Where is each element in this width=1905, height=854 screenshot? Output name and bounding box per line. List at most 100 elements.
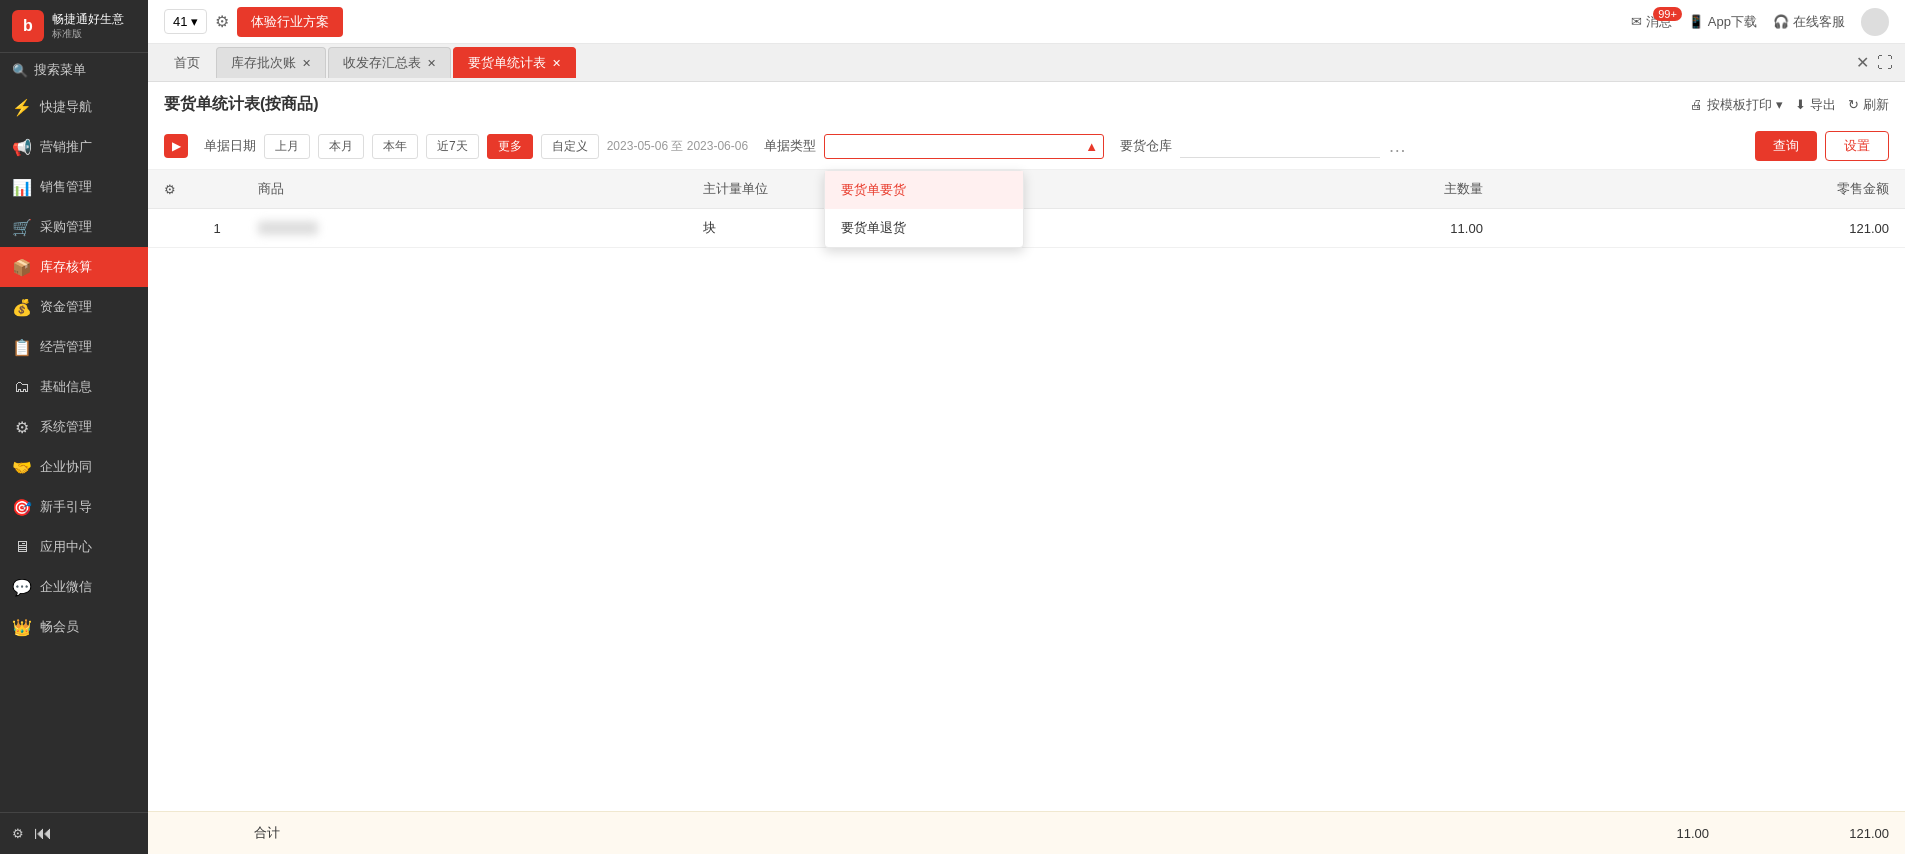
action-buttons: 查询 设置 <box>1755 131 1889 161</box>
type-filter-group: 单据类型 ▲ 要货单要货 要货单退货 <box>764 134 1104 159</box>
sidebar-item-system[interactable]: ⚙ 系统管理 <box>0 407 148 447</box>
app-download-label: App下载 <box>1708 13 1757 31</box>
tab-close-receipt-summary[interactable]: ✕ <box>427 57 436 70</box>
basic-icon: 🗂 <box>12 377 32 397</box>
sidebar-item-beginner[interactable]: 🎯 新手引导 <box>0 487 148 527</box>
print-chevron-icon: ▾ <box>1776 97 1783 112</box>
membership-icon: 👑 <box>12 617 32 637</box>
summary-amount: 121.00 <box>1789 826 1889 841</box>
date-filter-label: 单据日期 <box>204 137 256 155</box>
column-quantity: 主数量 <box>1156 170 1499 209</box>
sidebar-bottom: ⚙ ⏮ <box>0 812 148 854</box>
sidebar-nav: ⚡ 快捷导航 📢 营销推广 📊 销售管理 🛒 采购管理 📦 库存核算 💰 资金管… <box>0 87 148 812</box>
marketing-icon: 📢 <box>12 137 32 157</box>
more-date-button[interactable]: 更多 <box>487 134 533 159</box>
settings-icon[interactable]: ⚙ <box>12 826 24 841</box>
sidebar-item-finance[interactable]: 💰 资金管理 <box>0 287 148 327</box>
sidebar-item-membership[interactable]: 👑 畅会员 <box>0 607 148 647</box>
dropdown-item-order-goods[interactable]: 要货单要货 <box>825 171 1023 209</box>
page-header: 要货单统计表(按商品) 🖨 按模板打印 ▾ ⬇ 导出 ↻ 刷新 <box>148 82 1905 123</box>
message-badge: 99+ <box>1653 7 1682 21</box>
export-button[interactable]: ⬇ 导出 <box>1795 96 1836 114</box>
refresh-button[interactable]: ↻ 刷新 <box>1848 96 1889 114</box>
custom-date-button[interactable]: 自定义 <box>541 134 599 159</box>
app-subtitle: 标准版 <box>52 27 124 40</box>
app-title: 畅捷通好生意 <box>52 12 124 28</box>
settings-button[interactable]: 设置 <box>1825 131 1889 161</box>
sidebar-item-inventory[interactable]: 📦 库存核算 <box>0 247 148 287</box>
company-select[interactable]: 41 ▾ <box>164 9 207 34</box>
close-all-icon[interactable]: ✕ <box>1856 53 1869 72</box>
chevron-down-icon: ▾ <box>191 14 198 29</box>
tab-order-stats[interactable]: 要货单统计表 ✕ <box>453 47 576 78</box>
sidebar-item-basic[interactable]: 🗂 基础信息 <box>0 367 148 407</box>
goods-blurred <box>258 221 318 235</box>
print-button[interactable]: 🖨 按模板打印 ▾ <box>1690 96 1783 114</box>
sidebar-item-purchase[interactable]: 🛒 采购管理 <box>0 207 148 247</box>
row-index: 1 <box>192 209 242 248</box>
online-service-button[interactable]: 🎧 在线客服 <box>1773 13 1845 31</box>
tab-close-order-stats[interactable]: ✕ <box>552 57 561 70</box>
system-icon: ⚙ <box>12 417 32 437</box>
tabbar: 首页 库存批次账 ✕ 收发存汇总表 ✕ 要货单统计表 ✕ ✕ ⛶ <box>148 44 1905 82</box>
headset-icon: 🎧 <box>1773 14 1789 29</box>
warehouse-filter-input[interactable] <box>1180 134 1380 158</box>
sidebar-item-marketing[interactable]: 📢 营销推广 <box>0 127 148 167</box>
table-container: ⚙ 商品 主计量单位 主数量 零售金额 1 <box>148 170 1905 811</box>
this-year-button[interactable]: 本年 <box>372 134 418 159</box>
sidebar-collapse-button[interactable]: ⏮ <box>34 823 52 844</box>
finance-icon: 💰 <box>12 297 32 317</box>
tab-receipt-summary[interactable]: 收发存汇总表 ✕ <box>328 47 451 78</box>
message-button[interactable]: ✉ 消息 99+ <box>1631 13 1672 31</box>
summary-quantity: 11.00 <box>1629 826 1709 841</box>
trial-button[interactable]: 体验行业方案 <box>237 7 343 37</box>
sidebar-item-sales[interactable]: 📊 销售管理 <box>0 167 148 207</box>
sidebar-item-operation[interactable]: 📋 经营管理 <box>0 327 148 367</box>
data-table: ⚙ 商品 主计量单位 主数量 零售金额 1 <box>148 170 1905 248</box>
sidebar-search[interactable]: 🔍 搜索菜单 <box>0 53 148 87</box>
column-index <box>192 170 242 209</box>
row-amount: 121.00 <box>1499 209 1905 248</box>
page-title: 要货单统计表(按商品) <box>164 94 319 115</box>
filter-bar: ▶ 单据日期 上月 本月 本年 近7天 更多 自定义 2023-05-06 至 … <box>148 123 1905 170</box>
query-button[interactable]: 查询 <box>1755 131 1817 161</box>
topbar-gear-icon[interactable]: ⚙ <box>215 12 229 31</box>
table-body: 1 块 11.00 121.00 <box>148 209 1905 248</box>
warehouse-filter-label: 要货仓库 <box>1120 137 1172 155</box>
table-header: ⚙ 商品 主计量单位 主数量 零售金额 <box>148 170 1905 209</box>
search-icon: 🔍 <box>12 63 28 78</box>
date-filter-group: 单据日期 上月 本月 本年 近7天 更多 自定义 2023-05-06 至 20… <box>204 134 748 159</box>
topbar-right: ✉ 消息 99+ 📱 App下载 🎧 在线客服 <box>1631 8 1889 36</box>
expand-icon[interactable]: ⛶ <box>1877 54 1893 72</box>
warehouse-more-icon[interactable]: … <box>1388 136 1406 157</box>
logo-icon: b <box>12 10 44 42</box>
dropdown-item-order-return[interactable]: 要货单退货 <box>825 209 1023 247</box>
sidebar-item-enterprise[interactable]: 🤝 企业协同 <box>0 447 148 487</box>
tab-inventory-batch[interactable]: 库存批次账 ✕ <box>216 47 326 78</box>
summary-label: 合计 <box>254 824 454 842</box>
user-avatar[interactable] <box>1861 8 1889 36</box>
row-quantity: 11.00 <box>1156 209 1499 248</box>
tab-close-inventory-batch[interactable]: ✕ <box>302 57 311 70</box>
sales-icon: 📊 <box>12 177 32 197</box>
topbar: 41 ▾ ⚙ 体验行业方案 ✉ 消息 99+ 📱 App下载 🎧 在线客服 <box>148 0 1905 44</box>
sidebar-item-wechat[interactable]: 💬 企业微信 <box>0 567 148 607</box>
warehouse-filter-group: 要货仓库 … <box>1120 134 1406 158</box>
column-goods: 商品 <box>242 170 687 209</box>
type-dropdown-menu: 要货单要货 要货单退货 <box>824 170 1024 248</box>
summary-row: 合计 11.00 121.00 <box>148 811 1905 854</box>
recent7-button[interactable]: 近7天 <box>426 134 479 159</box>
type-filter-label: 单据类型 <box>764 137 816 155</box>
this-month-button[interactable]: 本月 <box>318 134 364 159</box>
prev-month-button[interactable]: 上月 <box>264 134 310 159</box>
sidebar-item-app-center[interactable]: 🖥 应用中心 <box>0 527 148 567</box>
sidebar: b 畅捷通好生意 标准版 🔍 搜索菜单 ⚡ 快捷导航 📢 营销推广 📊 销售管理… <box>0 0 148 854</box>
company-value: 41 <box>173 14 187 29</box>
sidebar-item-quick-nav[interactable]: ⚡ 快捷导航 <box>0 87 148 127</box>
tab-home[interactable]: 首页 <box>160 48 214 78</box>
app-download-button[interactable]: 📱 App下载 <box>1688 13 1757 31</box>
column-gear[interactable]: ⚙ <box>148 170 192 209</box>
type-filter-input[interactable] <box>824 134 1104 159</box>
inventory-icon: 📦 <box>12 257 32 277</box>
filter-toggle-button[interactable]: ▶ <box>164 134 188 158</box>
